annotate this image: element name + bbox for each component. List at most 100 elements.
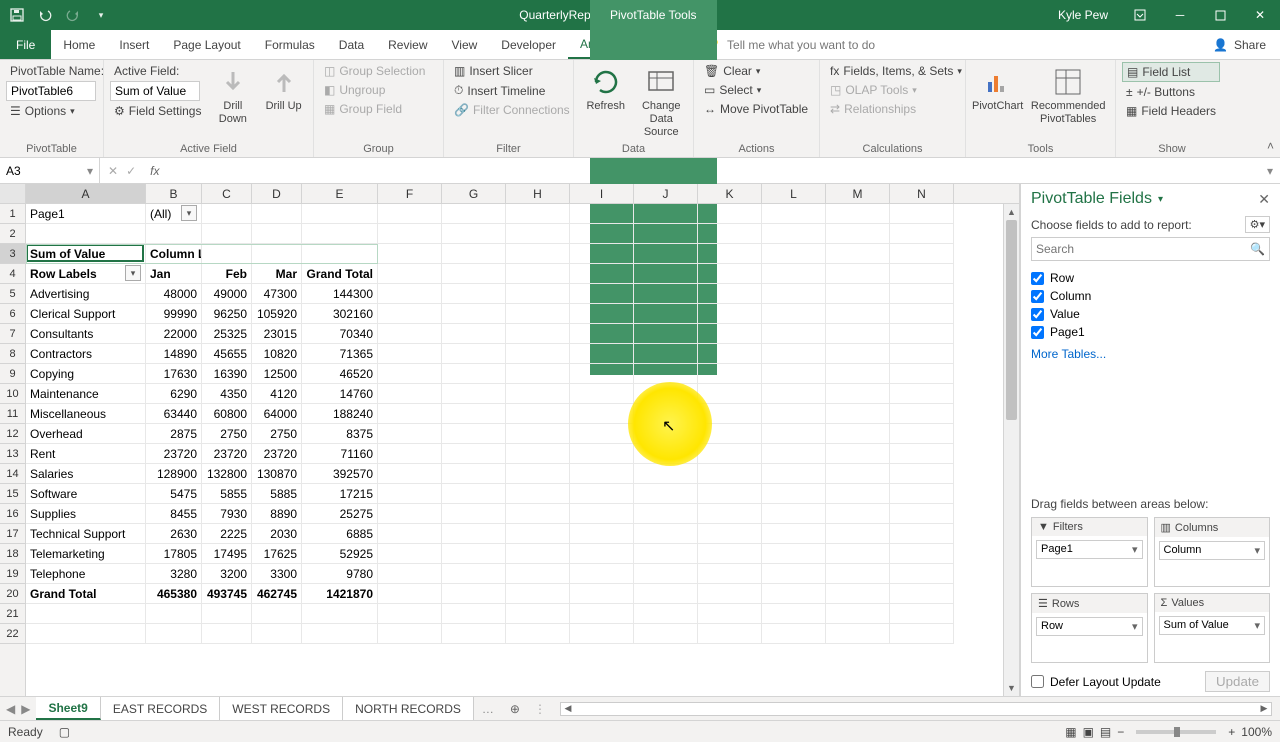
col-head-I[interactable]: I xyxy=(570,184,634,203)
cell[interactable] xyxy=(202,604,252,624)
cell[interactable] xyxy=(634,284,698,304)
cell[interactable] xyxy=(378,344,442,364)
cell[interactable]: 12500 xyxy=(252,364,302,384)
cell[interactable] xyxy=(826,304,890,324)
cell[interactable] xyxy=(890,264,954,284)
cell[interactable] xyxy=(378,304,442,324)
cell[interactable] xyxy=(442,384,506,404)
cell[interactable]: 99990 xyxy=(146,304,202,324)
cell[interactable] xyxy=(890,304,954,324)
tab-data[interactable]: Data xyxy=(327,30,376,59)
cell[interactable]: 63440 xyxy=(146,404,202,424)
cell[interactable] xyxy=(698,504,762,524)
cell[interactable] xyxy=(698,324,762,344)
cell[interactable]: 2030 xyxy=(252,524,302,544)
cell[interactable] xyxy=(762,344,826,364)
cell[interactable] xyxy=(634,624,698,644)
cell[interactable]: Maintenance xyxy=(26,384,146,404)
area-rows[interactable]: ☰RowsRow▾ xyxy=(1031,593,1148,663)
cell[interactable] xyxy=(378,384,442,404)
cell[interactable] xyxy=(634,364,698,384)
search-icon[interactable]: 🔍 xyxy=(1250,242,1265,256)
cell[interactable] xyxy=(826,284,890,304)
cell[interactable]: 462745 xyxy=(252,584,302,604)
cell[interactable] xyxy=(698,424,762,444)
cell[interactable] xyxy=(890,564,954,584)
cell[interactable]: 45655 xyxy=(202,344,252,364)
cell[interactable] xyxy=(634,344,698,364)
cell[interactable] xyxy=(570,244,634,264)
cell[interactable] xyxy=(442,344,506,364)
cell[interactable] xyxy=(378,424,442,444)
hscroll-left-icon[interactable]: ◀ xyxy=(561,703,575,715)
col-head-N[interactable]: N xyxy=(890,184,954,203)
cell[interactable]: 5855 xyxy=(202,484,252,504)
cell[interactable]: Overhead xyxy=(26,424,146,444)
cell[interactable] xyxy=(570,504,634,524)
cell[interactable] xyxy=(442,224,506,244)
cell[interactable] xyxy=(570,364,634,384)
cell[interactable] xyxy=(378,464,442,484)
spreadsheet-grid[interactable]: ABCDEFGHIJKLMN 1234567891011121314151617… xyxy=(0,184,1020,696)
cell[interactable]: 60800 xyxy=(202,404,252,424)
rows-item[interactable]: Row▾ xyxy=(1036,617,1143,636)
col-head-E[interactable]: E xyxy=(302,184,378,203)
cell[interactable] xyxy=(634,324,698,344)
cell[interactable] xyxy=(202,244,252,264)
redo-icon[interactable] xyxy=(64,6,82,24)
cell[interactable] xyxy=(506,404,570,424)
cell[interactable] xyxy=(378,624,442,644)
cell[interactable] xyxy=(826,264,890,284)
cell[interactable] xyxy=(570,264,634,284)
cell[interactable] xyxy=(826,464,890,484)
cell[interactable] xyxy=(26,604,146,624)
cell[interactable] xyxy=(506,284,570,304)
tab-page-layout[interactable]: Page Layout xyxy=(161,30,252,59)
cell[interactable] xyxy=(890,444,954,464)
cell[interactable] xyxy=(506,604,570,624)
field-checkbox[interactable] xyxy=(1031,326,1044,339)
cell[interactable] xyxy=(506,504,570,524)
cell[interactable]: 23720 xyxy=(202,444,252,464)
cell[interactable]: 17625 xyxy=(252,544,302,564)
cell[interactable] xyxy=(698,544,762,564)
fx-icon[interactable]: fx xyxy=(144,164,165,178)
cell[interactable]: 96250 xyxy=(202,304,252,324)
cell[interactable] xyxy=(442,464,506,484)
cell[interactable]: 3200 xyxy=(202,564,252,584)
cell[interactable]: 2750 xyxy=(252,424,302,444)
col-head-J[interactable]: J xyxy=(634,184,698,203)
cell[interactable]: 132800 xyxy=(202,464,252,484)
cell[interactable]: 17495 xyxy=(202,544,252,564)
cell[interactable] xyxy=(698,584,762,604)
cell[interactable] xyxy=(570,424,634,444)
row-head-13[interactable]: 13 xyxy=(0,444,25,464)
tab-view[interactable]: View xyxy=(440,30,490,59)
field-settings-button[interactable]: ⚙Field Settings xyxy=(110,102,205,120)
col-head-H[interactable]: H xyxy=(506,184,570,203)
horizontal-scrollbar[interactable]: ◀▶ xyxy=(560,702,1272,716)
cell[interactable] xyxy=(146,224,202,244)
cell[interactable]: 9780 xyxy=(302,564,378,584)
cell[interactable] xyxy=(826,544,890,564)
tab-developer[interactable]: Developer xyxy=(489,30,568,59)
cell[interactable] xyxy=(634,224,698,244)
undo-icon[interactable] xyxy=(36,6,54,24)
area-values[interactable]: ΣValuesSum of Value▾ xyxy=(1154,593,1271,663)
cell[interactable] xyxy=(378,544,442,564)
cell[interactable] xyxy=(698,484,762,504)
cell[interactable] xyxy=(762,364,826,384)
cell[interactable] xyxy=(890,384,954,404)
cell[interactable] xyxy=(506,364,570,384)
cell[interactable] xyxy=(506,544,570,564)
cell[interactable] xyxy=(442,524,506,544)
cell[interactable] xyxy=(762,244,826,264)
cell[interactable]: 70340 xyxy=(302,324,378,344)
field-list-button[interactable]: ▤Field List xyxy=(1122,62,1220,82)
cell[interactable] xyxy=(302,244,378,264)
cell[interactable] xyxy=(890,624,954,644)
cell[interactable] xyxy=(890,364,954,384)
cell[interactable] xyxy=(762,424,826,444)
cell[interactable] xyxy=(570,284,634,304)
tab-formulas[interactable]: Formulas xyxy=(253,30,327,59)
